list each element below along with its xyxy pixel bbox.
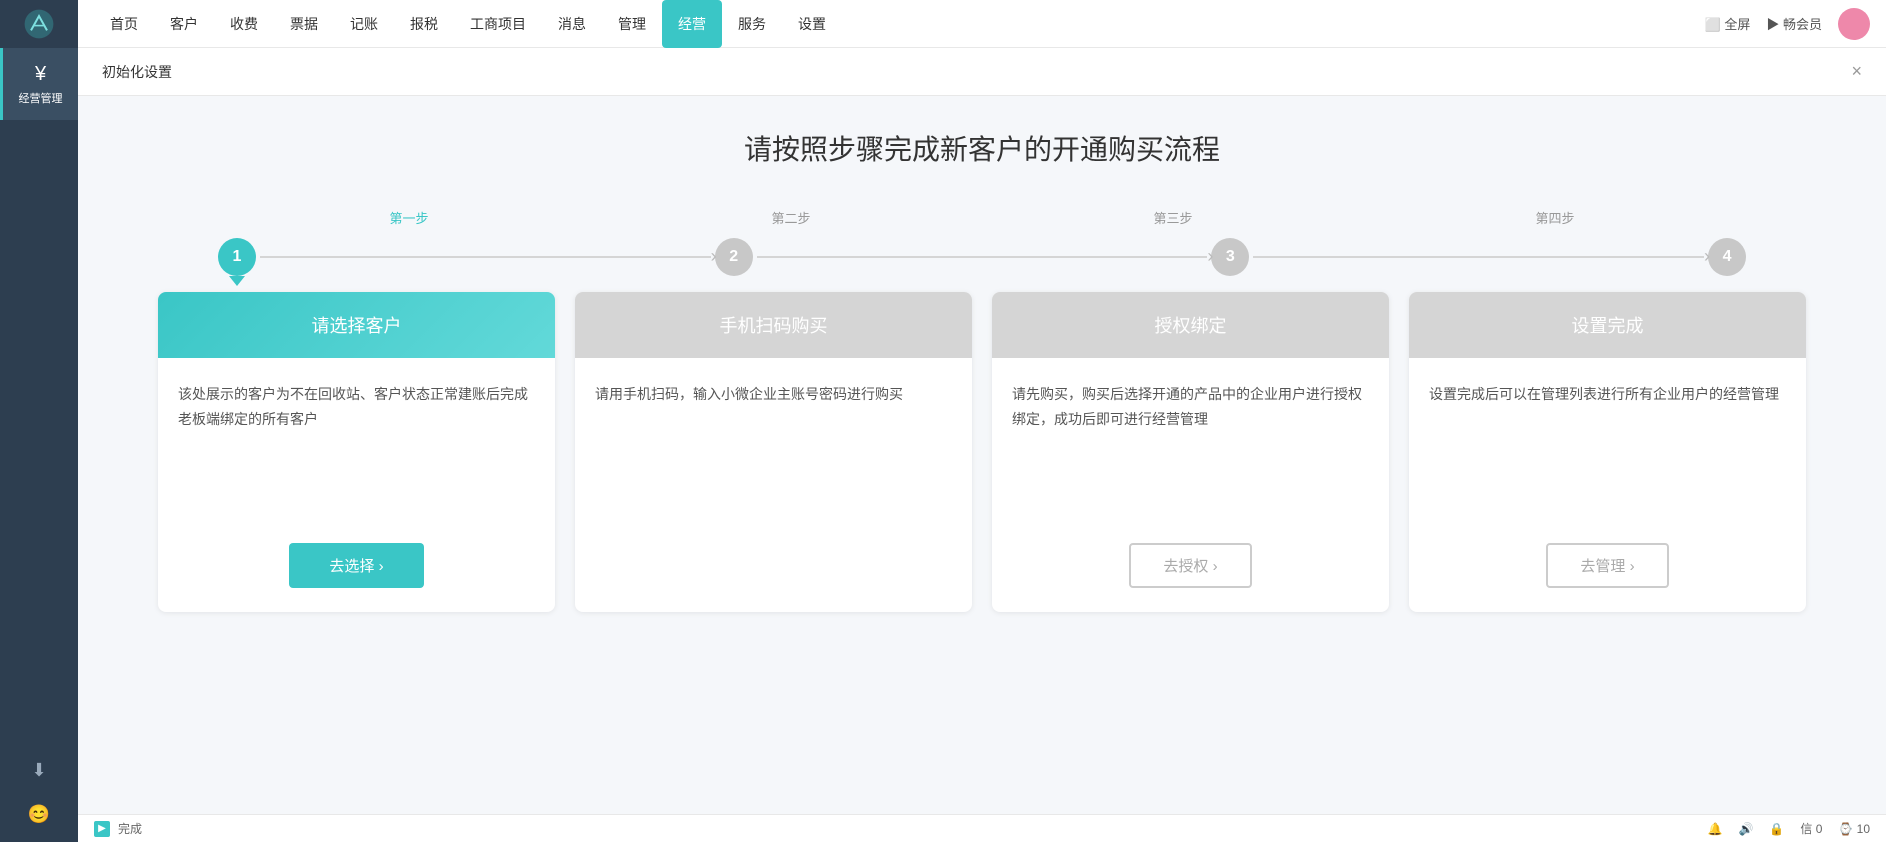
step3-card: 授权绑定 请先购买，购买后选择开通的产品中的企业用户进行授权绑定，成功后即可进行… [992,292,1389,612]
download-icon[interactable]: ⬇ [19,750,59,790]
connector-1-2: › [260,256,711,258]
nav-xiaoxi[interactable]: 消息 [542,0,602,48]
support-icon[interactable]: 😊 [19,794,59,834]
clock-display: ⌚ 10 [1838,822,1870,836]
step3-card-header: 授权绑定 [992,292,1389,358]
sidebar-item-jingying[interactable]: ¥ 经营管理 [0,48,78,120]
page-title: 初始化设置 [102,62,172,82]
status-right: 🔔 🔊 🔒 信 0 ⌚ 10 [1708,820,1871,837]
nav-jizhang[interactable]: 记账 [334,0,394,48]
top-navigation: 首页 客户 收费 票据 记账 报税 工商项目 消息 管理 经营 服务 设置 ⬜ … [78,0,1886,48]
step3-card-body: 请先购买，购买后选择开通的产品中的企业用户进行授权绑定，成功后即可进行经营管理 [992,358,1389,527]
status-bar: ▶ 完成 🔔 🔊 🔒 信 0 ⌚ 10 [78,814,1886,842]
nav-kehu[interactable]: 客户 [154,0,214,48]
sidebar-bottom-icons: ⬇ 😊 [19,750,59,842]
step2-card-header: 手机扫码购买 [575,292,972,358]
nav-jingying[interactable]: 经营 [662,0,722,48]
step4-card-header: 设置完成 [1409,292,1806,358]
step4-card: 设置完成 设置完成后可以在管理列表进行所有企业用户的经营管理 去管理 › [1409,292,1806,612]
step4-label: 第四步 [1535,211,1574,226]
steps-connector-row: 1 › 2 › 3 [118,228,1846,292]
step2-label: 第二步 [771,211,810,226]
nav-shouye[interactable]: 首页 [94,0,154,48]
step2-node: 2 [715,238,753,276]
status-text: 完成 [118,820,142,837]
fullscreen-button[interactable]: ⬜ 全屏 [1705,14,1751,33]
step3-node: 3 [1211,238,1249,276]
connector-2-3: › [757,256,1208,258]
nav-shoufei[interactable]: 收费 [214,0,274,48]
step3-card-footer: 去授权 › [992,527,1389,612]
step1-node: 1 [218,238,256,276]
sidebar: ¥ 经营管理 ⬇ 😊 [0,0,78,842]
message-count: 信 0 [1800,820,1822,837]
step4-action-button[interactable]: 去管理 › [1546,543,1668,588]
steps-labels-row: 第一步 第二步 第三步 第四步 [118,208,1846,228]
jingying-icon: ¥ [35,63,46,86]
notification-icon[interactable]: 🔔 [1708,822,1723,836]
nav-fuwu[interactable]: 服务 [722,0,782,48]
step3-label-container: 第三步 [982,208,1364,228]
avatar[interactable] [1838,8,1870,40]
step4-card-body: 设置完成后可以在管理列表进行所有企业用户的经营管理 [1409,358,1806,527]
step4-circle: 4 [1708,238,1746,276]
step1-card-body: 该处展示的客户为不在回收站、客户状态正常建账后完成老板端绑定的所有客户 [158,358,555,527]
nav-baoshui[interactable]: 报税 [394,0,454,48]
step4-node: 4 [1708,238,1746,276]
nav-guanli[interactable]: 管理 [602,0,662,48]
page-header: 初始化设置 × [78,48,1886,96]
step1-card-header: 请选择客户 [158,292,555,358]
step1-label: 第一步 [389,211,428,226]
nav-right-actions: ⬜ 全屏 ▶ 畅会员 [1705,8,1870,40]
cards-row: 请选择客户 该处展示的客户为不在回收站、客户状态正常建账后完成老板端绑定的所有客… [118,292,1846,612]
play-icon: ▶ [94,821,110,837]
nav-piaoju[interactable]: 票据 [274,0,334,48]
step1-label-container: 第一步 [218,208,600,228]
status-left: ▶ 完成 [94,820,142,837]
step2-label-container: 第二步 [600,208,982,228]
step1-card: 请选择客户 该处展示的客户为不在回收站、客户状态正常建账后完成老板端绑定的所有客… [158,292,555,612]
step1-action-button[interactable]: 去选择 › [289,543,423,588]
main-area: 初始化设置 × 请按照步骤完成新客户的开通购买流程 第一步 第二步 第三步 第四… [78,48,1886,814]
connector-3-4: › [1253,256,1704,258]
step2-card-body: 请用手机扫码，输入小微企业主账号密码进行购买 [575,358,972,572]
vip-button[interactable]: ▶ 畅会员 [1766,14,1822,33]
step4-card-footer: 去管理 › [1409,527,1806,612]
close-button[interactable]: × [1851,61,1862,82]
step1-circle: 1 [218,238,256,276]
step3-circle: 3 [1211,238,1249,276]
step4-label-container: 第四步 [1364,208,1746,228]
lock-icon[interactable]: 🔒 [1769,822,1784,836]
step2-card-footer [575,572,972,612]
nav-gongshang[interactable]: 工商项目 [454,0,542,48]
nav-shezhi[interactable]: 设置 [782,0,842,48]
step2-card: 手机扫码购买 请用手机扫码，输入小微企业主账号密码进行购买 [575,292,972,612]
step2-circle: 2 [715,238,753,276]
sidebar-logo [0,0,78,48]
sound-icon[interactable]: 🔊 [1738,822,1753,836]
step1-card-footer: 去选择 › [158,527,555,612]
page-content: 请按照步骤完成新客户的开通购买流程 第一步 第二步 第三步 第四步 1 [78,96,1886,644]
section-title: 请按照步骤完成新客户的开通购买流程 [118,128,1846,168]
step3-label: 第三步 [1153,211,1192,226]
step3-action-button[interactable]: 去授权 › [1129,543,1251,588]
